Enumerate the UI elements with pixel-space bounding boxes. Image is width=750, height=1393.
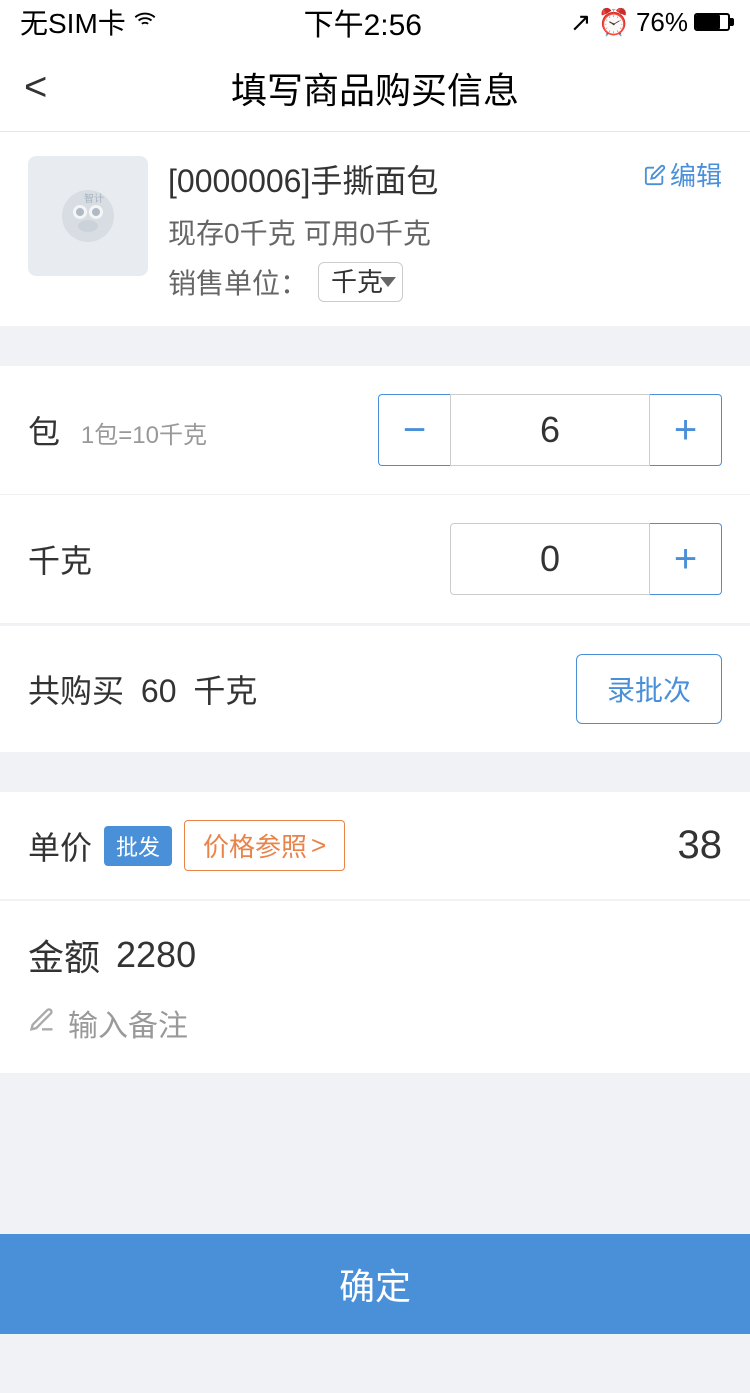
kilogram-controls: + bbox=[450, 523, 722, 595]
product-section: 智计 [0000006]手撕面包 编辑 现存0千克 可用0千克 销售单位： 千克… bbox=[0, 132, 750, 326]
carrier-label: 无SIM卡 bbox=[20, 2, 126, 42]
package-hint: 1包=10千克 bbox=[81, 422, 207, 449]
battery-icon bbox=[694, 13, 730, 31]
alarm-icon: ⏰ bbox=[598, 7, 630, 38]
edit-button[interactable]: 编辑 bbox=[644, 156, 722, 193]
location-icon: ↗ bbox=[570, 7, 592, 38]
price-row: 单价 批发 价格参照 > 38 bbox=[28, 820, 722, 871]
amount-value: 2280 bbox=[116, 934, 196, 976]
back-button[interactable]: < bbox=[24, 65, 47, 110]
amount-section: 金额 2280 输入备注 bbox=[0, 901, 750, 1073]
kilogram-label: 千克 bbox=[28, 536, 450, 582]
product-header: [0000006]手撕面包 编辑 bbox=[168, 156, 722, 202]
qty-section: 包 1包=10千克 − + 千克 + bbox=[0, 366, 750, 624]
package-decrement-button[interactable]: − bbox=[378, 394, 450, 466]
unit-select[interactable]: 千克 包 箱 bbox=[318, 262, 403, 302]
package-input[interactable] bbox=[450, 394, 650, 466]
page-title: 填写商品购买信息 bbox=[231, 62, 519, 114]
product-image: 智计 bbox=[28, 156, 148, 276]
status-time: 下午2:56 bbox=[304, 0, 422, 44]
amount-label: 金额 bbox=[28, 929, 100, 981]
price-value: 38 bbox=[678, 823, 723, 868]
wifi-icon bbox=[134, 6, 156, 38]
product-name: [0000006]手撕面包 bbox=[168, 156, 438, 202]
amount-row: 金额 2280 bbox=[28, 929, 722, 981]
separator-1 bbox=[0, 346, 750, 366]
package-increment-button[interactable]: + bbox=[650, 394, 722, 466]
total-amount: 60 bbox=[141, 673, 177, 709]
battery-label: 76% bbox=[636, 7, 688, 38]
product-unit: 销售单位： 千克 包 箱 bbox=[168, 262, 722, 302]
price-type-tag: 批发 bbox=[104, 826, 172, 866]
status-left: 无SIM卡 bbox=[20, 2, 156, 42]
product-stock: 现存0千克 可用0千克 bbox=[168, 212, 722, 252]
package-label: 包 1包=10千克 bbox=[28, 407, 378, 453]
product-info: [0000006]手撕面包 编辑 现存0千克 可用0千克 销售单位： 千克 包 … bbox=[168, 156, 722, 302]
total-section: 共购买 60 千克 录批次 bbox=[0, 626, 750, 752]
price-left: 单价 批发 价格参照 > bbox=[28, 820, 345, 871]
remark-label: 输入备注 bbox=[68, 1001, 188, 1045]
price-reference-button[interactable]: 价格参照 > bbox=[184, 820, 345, 871]
kilogram-row: 千克 + bbox=[0, 495, 750, 624]
status-bar: 无SIM卡 下午2:56 ↗ ⏰ 76% bbox=[0, 0, 750, 44]
separator-2 bbox=[0, 772, 750, 792]
pencil-icon bbox=[28, 1006, 56, 1041]
status-right: ↗ ⏰ 76% bbox=[570, 7, 730, 38]
kilogram-increment-button[interactable]: + bbox=[650, 523, 722, 595]
svg-text:智计: 智计 bbox=[84, 192, 104, 205]
kilogram-input[interactable] bbox=[450, 523, 650, 595]
nav-bar: < 填写商品购买信息 bbox=[0, 44, 750, 132]
record-batch-button[interactable]: 录批次 bbox=[576, 654, 722, 724]
confirm-button[interactable]: 确定 bbox=[0, 1234, 750, 1334]
remark-row[interactable]: 输入备注 bbox=[28, 1001, 722, 1045]
total-text: 共购买 60 千克 bbox=[28, 666, 257, 712]
package-row: 包 1包=10千克 − + bbox=[0, 366, 750, 495]
package-controls: − + bbox=[378, 394, 722, 466]
price-section: 单价 批发 价格参照 > 38 bbox=[0, 792, 750, 899]
price-label: 单价 bbox=[28, 823, 92, 869]
